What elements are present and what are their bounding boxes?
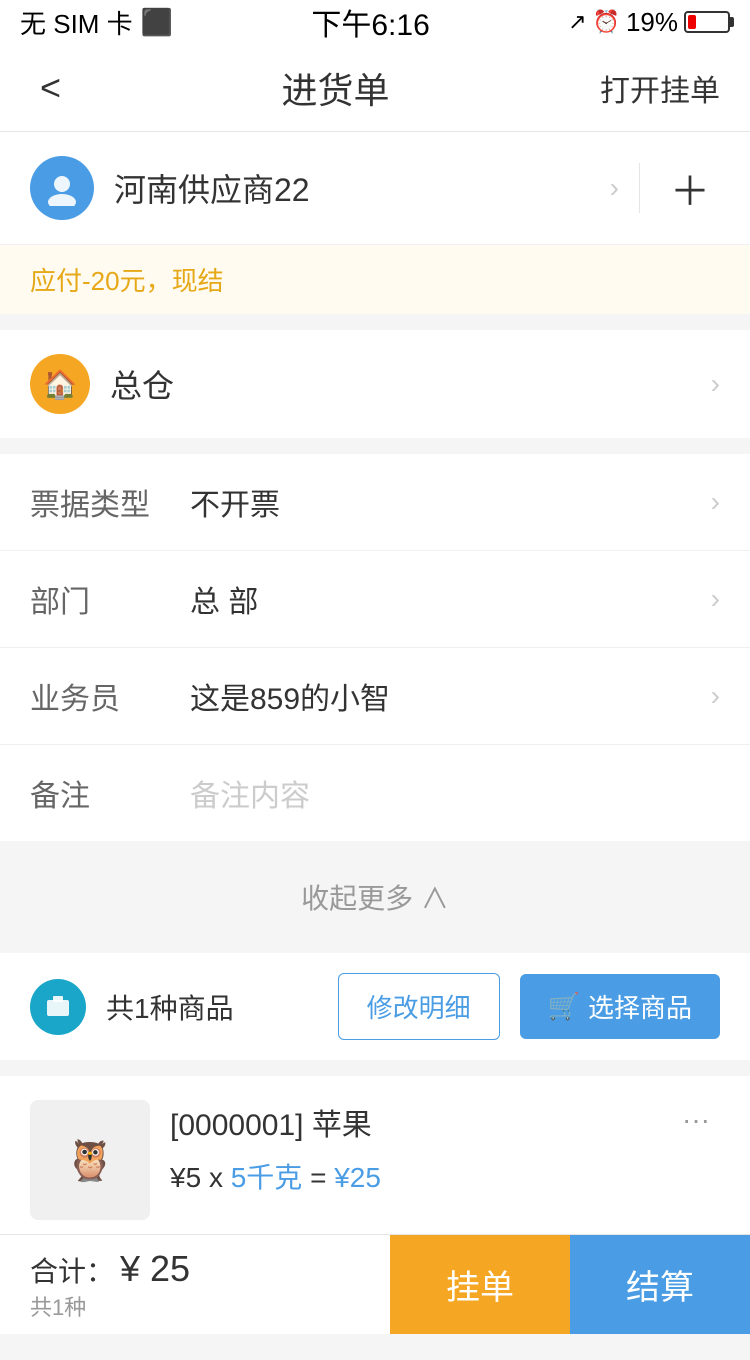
remark-row: 备注 备注内容 — [0, 745, 750, 841]
price-separator: x — [209, 1162, 231, 1193]
total-row: 合计： ¥ 25 — [30, 1248, 360, 1290]
salesperson-chevron-icon: › — [711, 680, 720, 712]
edit-detail-button[interactable]: 修改明细 — [338, 973, 500, 1040]
quantity-label: 5千克 — [231, 1162, 303, 1193]
form-section: 票据类型 不开票 › 部门 总 部 › 业务员 这是859的小智 › 备注 备注… — [0, 454, 750, 841]
product-header: 共1种商品 修改明细 🛒 选择商品 — [0, 953, 750, 1060]
back-button[interactable]: < — [30, 57, 71, 119]
department-label: 部门 — [30, 577, 190, 621]
supplier-notice: 应付-20元，现结 — [0, 245, 750, 314]
salesperson-value: 这是859的小智 — [190, 674, 701, 718]
department-row[interactable]: 部门 总 部 › — [0, 551, 750, 648]
page-title: 进货单 — [282, 62, 390, 114]
status-time: 下午6:16 — [311, 0, 429, 44]
battery-icon — [684, 11, 730, 33]
product-name: [0000001] 苹果 — [170, 1100, 652, 1144]
supplier-chevron-icon: › — [610, 172, 619, 204]
status-bar: 无 SIM 卡 ⬛ 下午6:16 ↗ ⏰ 19% — [0, 0, 750, 44]
alarm-icon: ⏰ — [593, 9, 620, 35]
select-product-button[interactable]: 🛒 选择商品 — [520, 974, 720, 1039]
invoice-type-label: 票据类型 — [30, 480, 190, 524]
equals-sign: = — [310, 1162, 334, 1193]
total-amount: ¥ 25 — [120, 1248, 190, 1290]
product-price: ¥5 x 5千克 = ¥25 — [170, 1156, 652, 1196]
total-section: 合计： ¥ 25 共1种 — [0, 1235, 390, 1334]
bottom-bar: 合计： ¥ 25 共1种 挂单 结算 — [0, 1234, 750, 1334]
product-item: 🦉 [0000001] 苹果 ¥5 x 5千克 = ¥25 ··· — [0, 1076, 750, 1244]
status-left: 无 SIM 卡 ⬛ — [20, 4, 173, 41]
add-supplier-button[interactable]: ＋ — [660, 159, 720, 217]
supplier-section: 河南供应商22 › ＋ 应付-20元，现结 — [0, 132, 750, 314]
wifi-icon: ⬛ — [141, 7, 173, 38]
total-label: 合计： — [30, 1250, 114, 1290]
salesperson-row[interactable]: 业务员 这是859的小智 › — [0, 648, 750, 745]
cart-icon: 🛒 — [548, 991, 580, 1022]
total-price-label: ¥25 — [334, 1162, 381, 1193]
open-hang-button[interactable]: 打开挂单 — [600, 66, 720, 110]
supplier-row[interactable]: 河南供应商22 › ＋ — [0, 132, 750, 245]
warehouse-section: 🏠 总仓 › — [0, 330, 750, 438]
invoice-type-value: 不开票 — [190, 480, 701, 524]
invoice-type-chevron-icon: › — [711, 486, 720, 518]
location-icon: ↗ — [568, 9, 586, 35]
warehouse-name: 总仓 — [110, 361, 701, 407]
total-count: 共1种 — [30, 1290, 360, 1322]
battery-percent: 19% — [626, 7, 678, 38]
hang-order-button[interactable]: 挂单 — [390, 1235, 570, 1334]
select-product-label: 选择商品 — [588, 988, 692, 1025]
collapse-button[interactable]: 收起更多 ∧ — [0, 857, 750, 937]
product-count-label: 共1种商品 — [106, 987, 318, 1027]
warehouse-chevron-icon: › — [711, 368, 720, 400]
department-chevron-icon: › — [711, 583, 720, 615]
department-value: 总 部 — [190, 577, 701, 621]
collapse-label: 收起更多 ∧ — [301, 877, 449, 917]
invoice-type-row[interactable]: 票据类型 不开票 › — [0, 454, 750, 551]
checkout-button[interactable]: 结算 — [570, 1235, 750, 1334]
supplier-name: 河南供应商22 — [114, 165, 600, 211]
remark-label: 备注 — [30, 771, 190, 815]
supplier-avatar — [30, 156, 94, 220]
nav-bar: < 进货单 打开挂单 — [0, 44, 750, 132]
salesperson-label: 业务员 — [30, 674, 190, 718]
product-info: [0000001] 苹果 ¥5 x 5千克 = ¥25 — [170, 1100, 652, 1196]
price-label: ¥5 — [170, 1162, 201, 1193]
product-icon — [30, 979, 86, 1035]
status-right: ↗ ⏰ 19% — [568, 7, 730, 38]
warehouse-icon: 🏠 — [30, 354, 90, 414]
warehouse-row[interactable]: 🏠 总仓 › — [0, 330, 750, 438]
remark-input[interactable]: 备注内容 — [190, 771, 720, 815]
product-thumbnail: 🦉 — [30, 1100, 150, 1220]
product-thumb-icon: 🦉 — [65, 1137, 115, 1184]
more-options-button[interactable]: ··· — [672, 1100, 720, 1140]
carrier-text: 无 SIM 卡 — [20, 4, 133, 41]
divider — [639, 163, 640, 213]
